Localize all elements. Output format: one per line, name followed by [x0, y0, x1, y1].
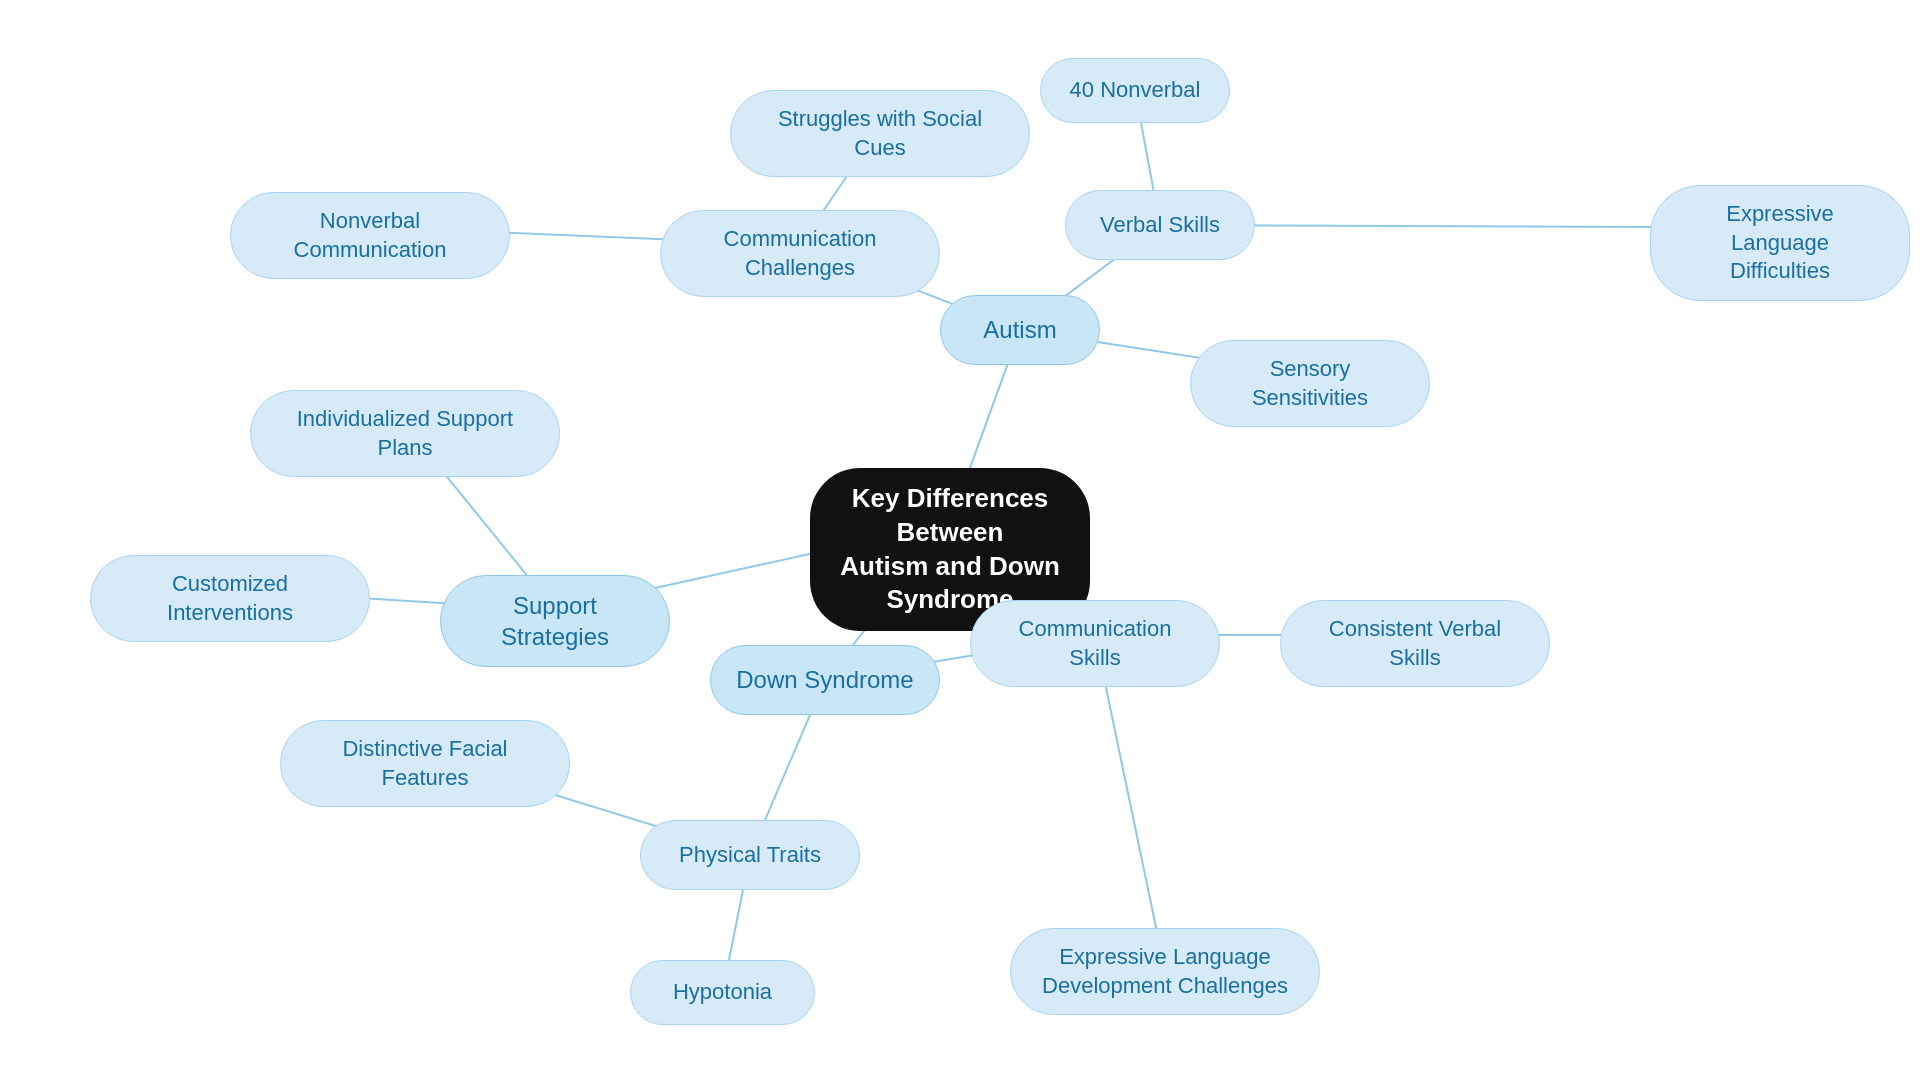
node-label-nonverbal40: 40 Nonverbal — [1070, 76, 1201, 105]
node-label-nonverbalComm: Nonverbal Communication — [255, 207, 485, 264]
node-label-autism: Autism — [983, 314, 1056, 345]
node-physicalTraits: Physical Traits — [640, 820, 860, 890]
node-label-verbalSkills: Verbal Skills — [1100, 211, 1220, 240]
node-label-supportStrategies: Support Strategies — [465, 590, 645, 652]
node-label-strugglesSocialCues: Struggles with Social Cues — [755, 105, 1005, 162]
node-expressiveLangDiff: Expressive Language Difficulties — [1650, 185, 1910, 301]
node-label-customizedInterventions: Customized Interventions — [115, 570, 345, 627]
node-nonverbalComm: Nonverbal Communication — [230, 192, 510, 279]
node-downSyndrome: Down Syndrome — [710, 645, 940, 715]
node-verbalSkills: Verbal Skills — [1065, 190, 1255, 260]
node-label-hypotonia: Hypotonia — [673, 978, 772, 1007]
node-commSkills: Communication Skills — [970, 600, 1220, 687]
node-expressiveLangDev: Expressive Language Development Challeng… — [1010, 928, 1320, 1015]
node-label-center: Key Differences Between Autism and Down … — [834, 482, 1066, 617]
node-label-commChallenges: Communication Challenges — [685, 225, 915, 282]
node-customizedInterventions: Customized Interventions — [90, 555, 370, 642]
node-hypotonia: Hypotonia — [630, 960, 815, 1025]
node-consistentVerbal: Consistent Verbal Skills — [1280, 600, 1550, 687]
node-label-distinctiveFacial: Distinctive Facial Features — [305, 735, 545, 792]
node-label-expressiveLangDiff: Expressive Language Difficulties — [1675, 200, 1885, 286]
node-label-expressiveLangDev: Expressive Language Development Challeng… — [1042, 943, 1288, 1000]
node-commChallenges: Communication Challenges — [660, 210, 940, 297]
node-label-downSyndrome: Down Syndrome — [736, 664, 913, 695]
node-strugglesSocialCues: Struggles with Social Cues — [730, 90, 1030, 177]
node-individualizedPlans: Individualized Support Plans — [250, 390, 560, 477]
node-label-commSkills: Communication Skills — [995, 615, 1195, 672]
node-label-physicalTraits: Physical Traits — [679, 841, 821, 870]
node-label-individualizedPlans: Individualized Support Plans — [275, 405, 535, 462]
node-nonverbal40: 40 Nonverbal — [1040, 58, 1230, 123]
node-label-sensorySensitivities: Sensory Sensitivities — [1215, 355, 1405, 412]
node-autism: Autism — [940, 295, 1100, 365]
node-distinctiveFacial: Distinctive Facial Features — [280, 720, 570, 807]
node-label-consistentVerbal: Consistent Verbal Skills — [1305, 615, 1525, 672]
node-sensorySensitivities: Sensory Sensitivities — [1190, 340, 1430, 427]
node-supportStrategies: Support Strategies — [440, 575, 670, 667]
